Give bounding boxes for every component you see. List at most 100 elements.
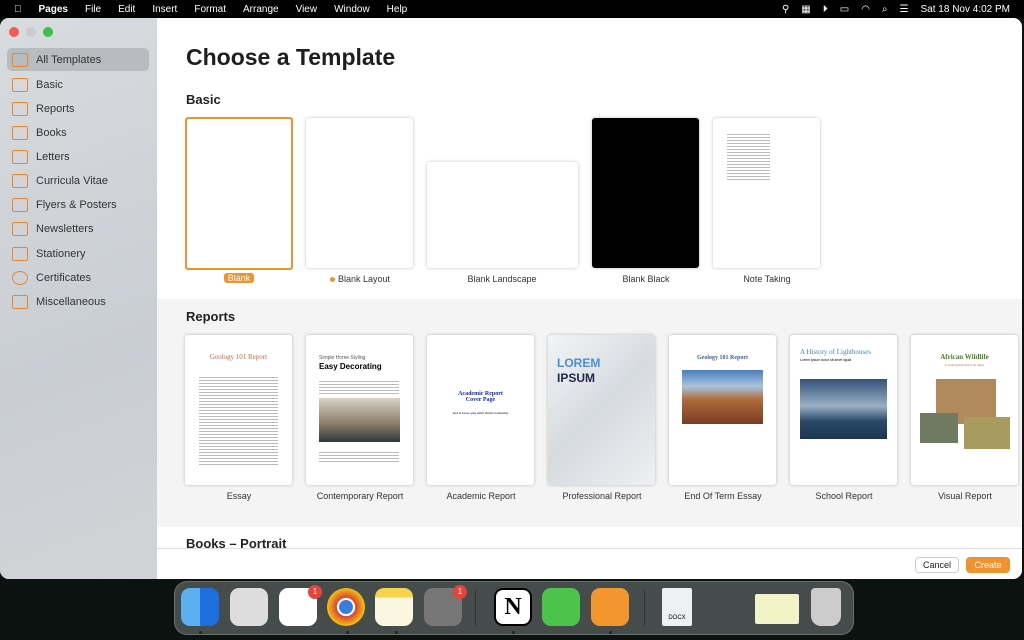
pages-icon[interactable] <box>591 588 629 626</box>
template-chooser-window: All Templates Basic Reports Books Letter… <box>0 18 1022 579</box>
thumb-title: Geology 101 Report <box>697 355 748 361</box>
thumb-title: IPSUM <box>557 371 596 385</box>
thumb-image <box>964 417 1010 449</box>
system-settings-icon[interactable]: 1 <box>424 585 467 626</box>
sidebar-item-reports[interactable]: Reports <box>7 97 149 120</box>
sidebar-item-all-templates[interactable]: All Templates <box>7 48 149 71</box>
template-label: Blank <box>223 273 255 283</box>
book-icon <box>12 125 28 140</box>
apple-menu-icon[interactable]:  <box>14 4 22 15</box>
menu-bar:  Pages File Edit Insert Format Arrange … <box>0 0 1024 18</box>
sidebar-item-label: Miscellaneous <box>36 295 106 308</box>
numbers-icon[interactable] <box>542 588 580 626</box>
notes-icon[interactable] <box>375 588 413 626</box>
dock: 1 1 N DOCX <box>174 581 854 635</box>
chrome-icon[interactable] <box>327 588 365 626</box>
template-label: Academic Report <box>446 491 516 501</box>
thumb-subtitle: Lorem ipsum dolor sit amet <box>945 363 984 367</box>
menu-window[interactable]: Window <box>334 4 370 15</box>
notification-badge: 1 <box>308 585 322 599</box>
menu-file[interactable]: File <box>85 4 101 15</box>
thumb-title: A History of Lighthouses <box>800 348 871 356</box>
reminders-icon[interactable]: 1 <box>279 585 322 626</box>
sidebar-item-letters[interactable]: Letters <box>7 145 149 168</box>
status-icon[interactable]: ⚲ <box>782 4 789 15</box>
menu-format[interactable]: Format <box>194 4 226 15</box>
menu-insert[interactable]: Insert <box>152 4 177 15</box>
template-label: Essay <box>226 491 252 501</box>
template-school-report[interactable]: A History of Lighthouses Lorem ipsum dol… <box>790 335 897 485</box>
sidebar-item-curricula-vitae[interactable]: Curricula Vitae <box>7 169 149 192</box>
template-label: School Report <box>815 491 873 501</box>
template-blank-landscape[interactable] <box>427 162 578 268</box>
zoom-button[interactable] <box>43 27 53 37</box>
template-label: Blank Black <box>622 274 670 284</box>
template-contemporary-report[interactable]: Simple Home Styling Easy Decorating <box>306 335 413 485</box>
resume-icon <box>12 173 28 188</box>
battery-icon[interactable]: ▭ <box>840 4 849 15</box>
template-visual-report[interactable]: African Wildlife Lorem ipsum dolor sit a… <box>911 335 1018 485</box>
notion-icon[interactable]: N <box>494 588 532 626</box>
sidebar-item-label: Curricula Vitae <box>36 174 108 187</box>
sidebar-item-books[interactable]: Books <box>7 121 149 144</box>
sidebar-item-miscellaneous[interactable]: Miscellaneous <box>7 290 149 313</box>
archive-box-icon <box>12 294 28 309</box>
keyboard-icon[interactable]: ▦ <box>801 4 810 15</box>
section-heading-books-portrait: Books – Portrait <box>186 536 287 548</box>
clock[interactable]: Sat 18 Nov 4:02 PM <box>921 4 1011 15</box>
template-essay[interactable]: Geology 101 Report <box>185 335 292 485</box>
close-button[interactable] <box>9 27 19 37</box>
new-indicator-dot <box>329 277 335 282</box>
footer-bar: Cancel Create <box>157 548 1022 579</box>
sidebar-item-label: Flyers & Posters <box>36 198 117 211</box>
control-center-icon[interactable]: ☰ <box>900 4 909 15</box>
sidebar: All Templates Basic Reports Books Letter… <box>0 18 157 579</box>
template-blank-black[interactable] <box>592 118 699 268</box>
page-title: Choose a Template <box>186 44 396 70</box>
launchpad-icon[interactable] <box>230 588 268 626</box>
sidebar-item-newsletters[interactable]: Newsletters <box>7 217 149 240</box>
sidebar-item-basic[interactable]: Basic <box>7 73 149 96</box>
template-blank[interactable] <box>185 117 293 270</box>
sidebar-item-flyers-posters[interactable]: Flyers & Posters <box>7 193 149 216</box>
template-academic-report[interactable]: Academic Report Cover Page Sed et lacus … <box>427 335 534 485</box>
template-blank-layout[interactable] <box>306 118 413 268</box>
sidebar-item-certificates[interactable]: Certificates <box>7 266 149 289</box>
thumb-kicker: Simple Home Styling <box>319 355 366 361</box>
minimize-button[interactable] <box>26 27 36 37</box>
thumb-title: Academic Report Cover Page <box>458 391 503 403</box>
wifi-icon[interactable]: ◠ <box>861 4 870 15</box>
thumb-title: LOREM <box>557 356 601 370</box>
thumb-subtitle: Lorem ipsum dolor sit amet ligula <box>800 358 852 362</box>
finder-icon[interactable] <box>181 588 219 626</box>
template-label: Blank Landscape <box>467 274 537 284</box>
thumb-image <box>319 398 400 442</box>
trash-icon[interactable] <box>811 588 841 626</box>
recent-window-thumbnail[interactable] <box>755 594 799 624</box>
menu-arrange[interactable]: Arrange <box>243 4 279 15</box>
newspaper-icon <box>12 221 28 236</box>
sidebar-item-label: Letters <box>36 150 70 163</box>
menu-view[interactable]: View <box>296 4 318 15</box>
cancel-button[interactable]: Cancel <box>915 557 959 573</box>
template-label: Blank Layout <box>337 274 391 284</box>
sidebar-item-stationery[interactable]: Stationery <box>7 242 149 265</box>
menu-edit[interactable]: Edit <box>118 4 135 15</box>
template-note-taking[interactable] <box>713 118 820 268</box>
play-icon[interactable]: ⏵ <box>823 4 828 15</box>
search-icon[interactable]: ⌕ <box>882 4 888 15</box>
stamp-press-icon <box>12 246 28 261</box>
sidebar-item-label: Basic <box>36 78 63 91</box>
template-end-of-term-essay[interactable]: Geology 101 Report <box>669 335 776 485</box>
docx-file-icon[interactable]: DOCX <box>662 588 692 626</box>
section-heading-reports: Reports <box>186 309 236 324</box>
template-professional-report[interactable]: LOREM IPSUM <box>548 335 655 485</box>
sidebar-item-label: Reports <box>36 102 75 115</box>
sidebar-item-label: All Templates <box>36 53 102 66</box>
sidebar-item-label: Books <box>36 126 67 139</box>
sidebar-item-label: Certificates <box>36 271 92 284</box>
map-icon <box>12 197 28 212</box>
menu-app[interactable]: Pages <box>39 4 68 15</box>
menu-help[interactable]: Help <box>387 4 408 15</box>
create-button[interactable]: Create <box>966 557 1010 573</box>
